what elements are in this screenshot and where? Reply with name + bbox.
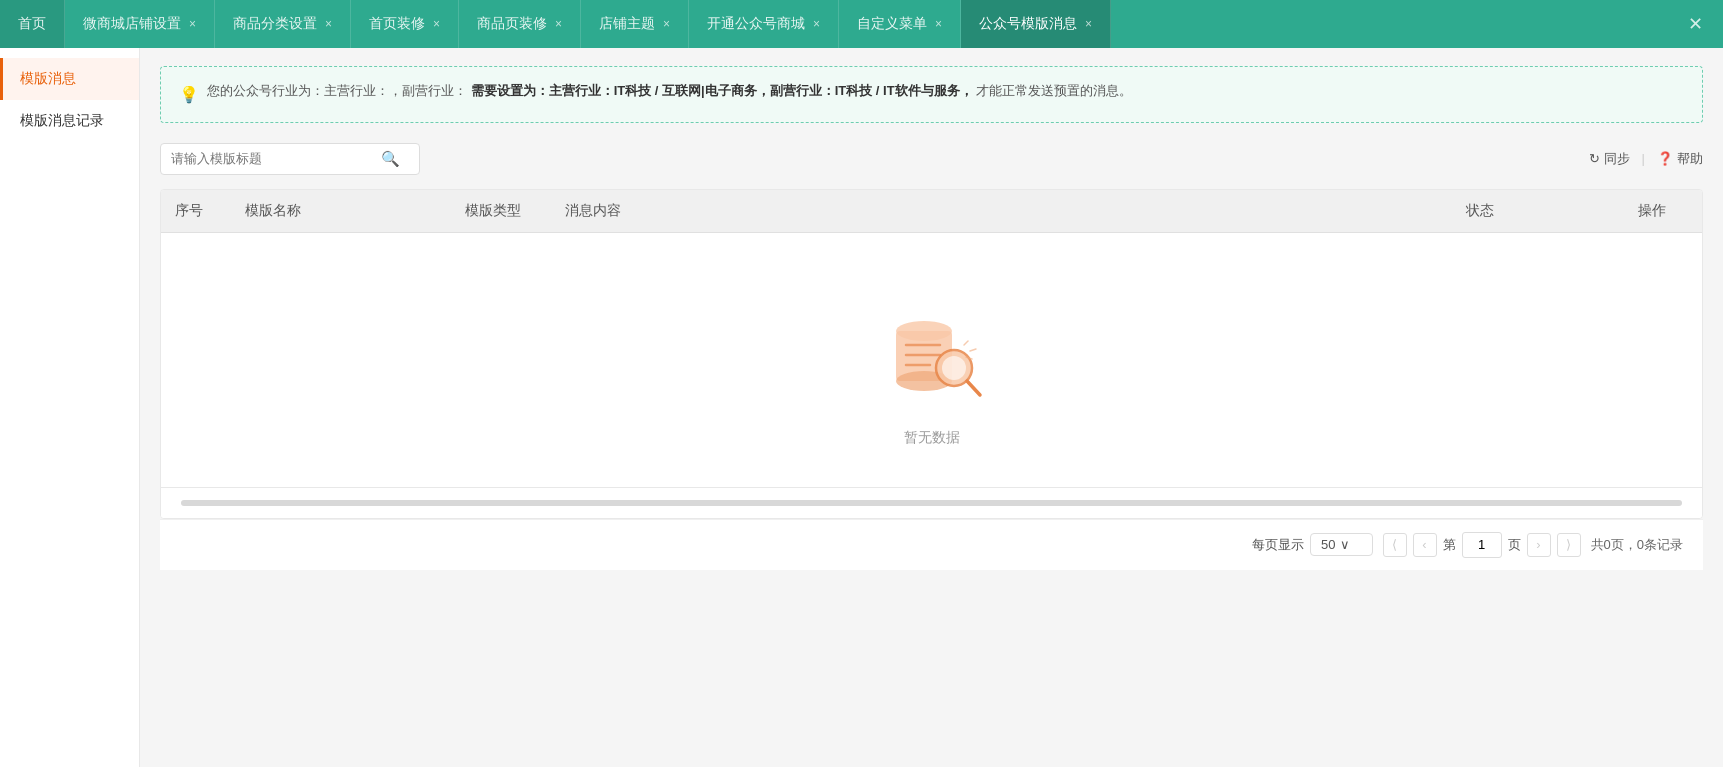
svg-line-9: [964, 341, 968, 345]
sidebar: 模版消息 模版消息记录: [0, 48, 140, 767]
sync-button[interactable]: ↻ 同步: [1589, 150, 1630, 168]
per-page-label: 每页显示: [1252, 536, 1304, 554]
close-tab-open-mall[interactable]: ×: [813, 17, 820, 31]
next-page-button[interactable]: ›: [1527, 533, 1551, 557]
current-page-input[interactable]: [1462, 532, 1502, 558]
tab-shop-theme[interactable]: 店铺主题 ×: [581, 0, 689, 48]
search-icon[interactable]: 🔍: [381, 150, 400, 168]
col-header-type: 模版类型: [451, 190, 551, 232]
notice-text: 您的公众号行业为：主营行业：，副营行业： 需要设置为：主营行业：IT科技 / 互…: [207, 81, 1132, 102]
content-area: 💡 您的公众号行业为：主营行业：，副营行业： 需要设置为：主营行业：IT科技 /…: [140, 48, 1723, 767]
tab-wshop-settings[interactable]: 微商城店铺设置 ×: [65, 0, 215, 48]
tab-home[interactable]: 首页: [0, 0, 65, 48]
tab-home-decor[interactable]: 首页装修 ×: [351, 0, 459, 48]
last-page-button[interactable]: ⟩: [1557, 533, 1581, 557]
close-tab-template-msg[interactable]: ×: [1085, 17, 1092, 31]
close-tab-product-decor[interactable]: ×: [555, 17, 562, 31]
data-table: 序号 模版名称 模版类型 消息内容 状态 操作: [160, 189, 1703, 519]
svg-line-10: [970, 349, 976, 351]
horizontal-scrollbar[interactable]: [181, 500, 1682, 506]
next-page-icon: ›: [1536, 537, 1540, 552]
per-page-value: 50: [1321, 537, 1335, 552]
page-post-label: 页: [1508, 536, 1521, 554]
search-input[interactable]: [171, 151, 381, 166]
top-nav: 首页 微商城店铺设置 × 商品分类设置 × 首页装修 × 商品页装修 × 店铺主…: [0, 0, 1723, 48]
col-header-status: 状态: [1452, 190, 1602, 232]
dropdown-icon: ∨: [1340, 537, 1350, 552]
notice-banner: 💡 您的公众号行业为：主营行业：，副营行业： 需要设置为：主营行业：IT科技 /…: [160, 66, 1703, 123]
notice-icon: 💡: [179, 82, 199, 108]
svg-point-7: [942, 356, 966, 380]
scroll-bar-area: [161, 487, 1702, 518]
first-page-icon: ⟨: [1392, 537, 1397, 552]
empty-text: 暂无数据: [904, 429, 960, 447]
action-divider: |: [1642, 151, 1645, 166]
col-header-action: 操作: [1602, 190, 1702, 232]
per-page-dropdown[interactable]: 50 ∨: [1310, 533, 1372, 556]
sidebar-item-template-log[interactable]: 模版消息记录: [0, 100, 139, 142]
empty-state: 暂无数据: [161, 233, 1702, 487]
prev-page-icon: ‹: [1422, 537, 1426, 552]
notice-highlight: 需要设置为：主营行业：IT科技 / 互联网|电子商务，副营行业：IT科技 / I…: [471, 83, 973, 98]
svg-line-8: [967, 381, 980, 395]
search-actions: ↻ 同步 | ❓ 帮助: [1589, 150, 1703, 168]
last-page-icon: ⟩: [1566, 537, 1571, 552]
search-input-wrap[interactable]: 🔍: [160, 143, 420, 175]
prev-page-button[interactable]: ‹: [1413, 533, 1437, 557]
col-header-name: 模版名称: [231, 190, 451, 232]
search-bar: 🔍 ↻ 同步 | ❓ 帮助: [160, 143, 1703, 175]
close-tab-home-decor[interactable]: ×: [433, 17, 440, 31]
close-tab-wshop-settings[interactable]: ×: [189, 17, 196, 31]
close-all-tabs-button[interactable]: ✕: [1668, 13, 1723, 35]
page-pre-label: 第: [1443, 536, 1456, 554]
first-page-button[interactable]: ⟨: [1383, 533, 1407, 557]
tab-product-decor[interactable]: 商品页装修 ×: [459, 0, 581, 48]
help-icon: ❓: [1657, 151, 1673, 166]
total-info: 共0页，0条记录: [1591, 536, 1683, 554]
col-header-content: 消息内容: [551, 190, 1452, 232]
page-navigation: ⟨ ‹ 第 页 › ⟩: [1383, 532, 1581, 558]
sync-icon: ↻: [1589, 151, 1600, 166]
close-tab-shop-theme[interactable]: ×: [663, 17, 670, 31]
table-header: 序号 模版名称 模版类型 消息内容 状态 操作: [161, 190, 1702, 233]
tab-product-category[interactable]: 商品分类设置 ×: [215, 0, 351, 48]
tab-template-msg[interactable]: 公众号模版消息 ×: [961, 0, 1111, 48]
tab-open-mall[interactable]: 开通公众号商城 ×: [689, 0, 839, 48]
empty-illustration: [872, 293, 992, 413]
close-tab-product-category[interactable]: ×: [325, 17, 332, 31]
close-tab-custom-menu[interactable]: ×: [935, 17, 942, 31]
pagination: 每页显示 50 ∨ ⟨ ‹ 第 页 ›: [160, 519, 1703, 570]
tab-custom-menu[interactable]: 自定义菜单 ×: [839, 0, 961, 48]
main-layout: 模版消息 模版消息记录 💡 您的公众号行业为：主营行业：，副营行业： 需要设置为…: [0, 48, 1723, 767]
sidebar-item-template-message[interactable]: 模版消息: [0, 58, 139, 100]
col-header-seq: 序号: [161, 190, 231, 232]
per-page-select: 每页显示 50 ∨: [1252, 533, 1372, 556]
help-button[interactable]: ❓ 帮助: [1657, 150, 1703, 168]
